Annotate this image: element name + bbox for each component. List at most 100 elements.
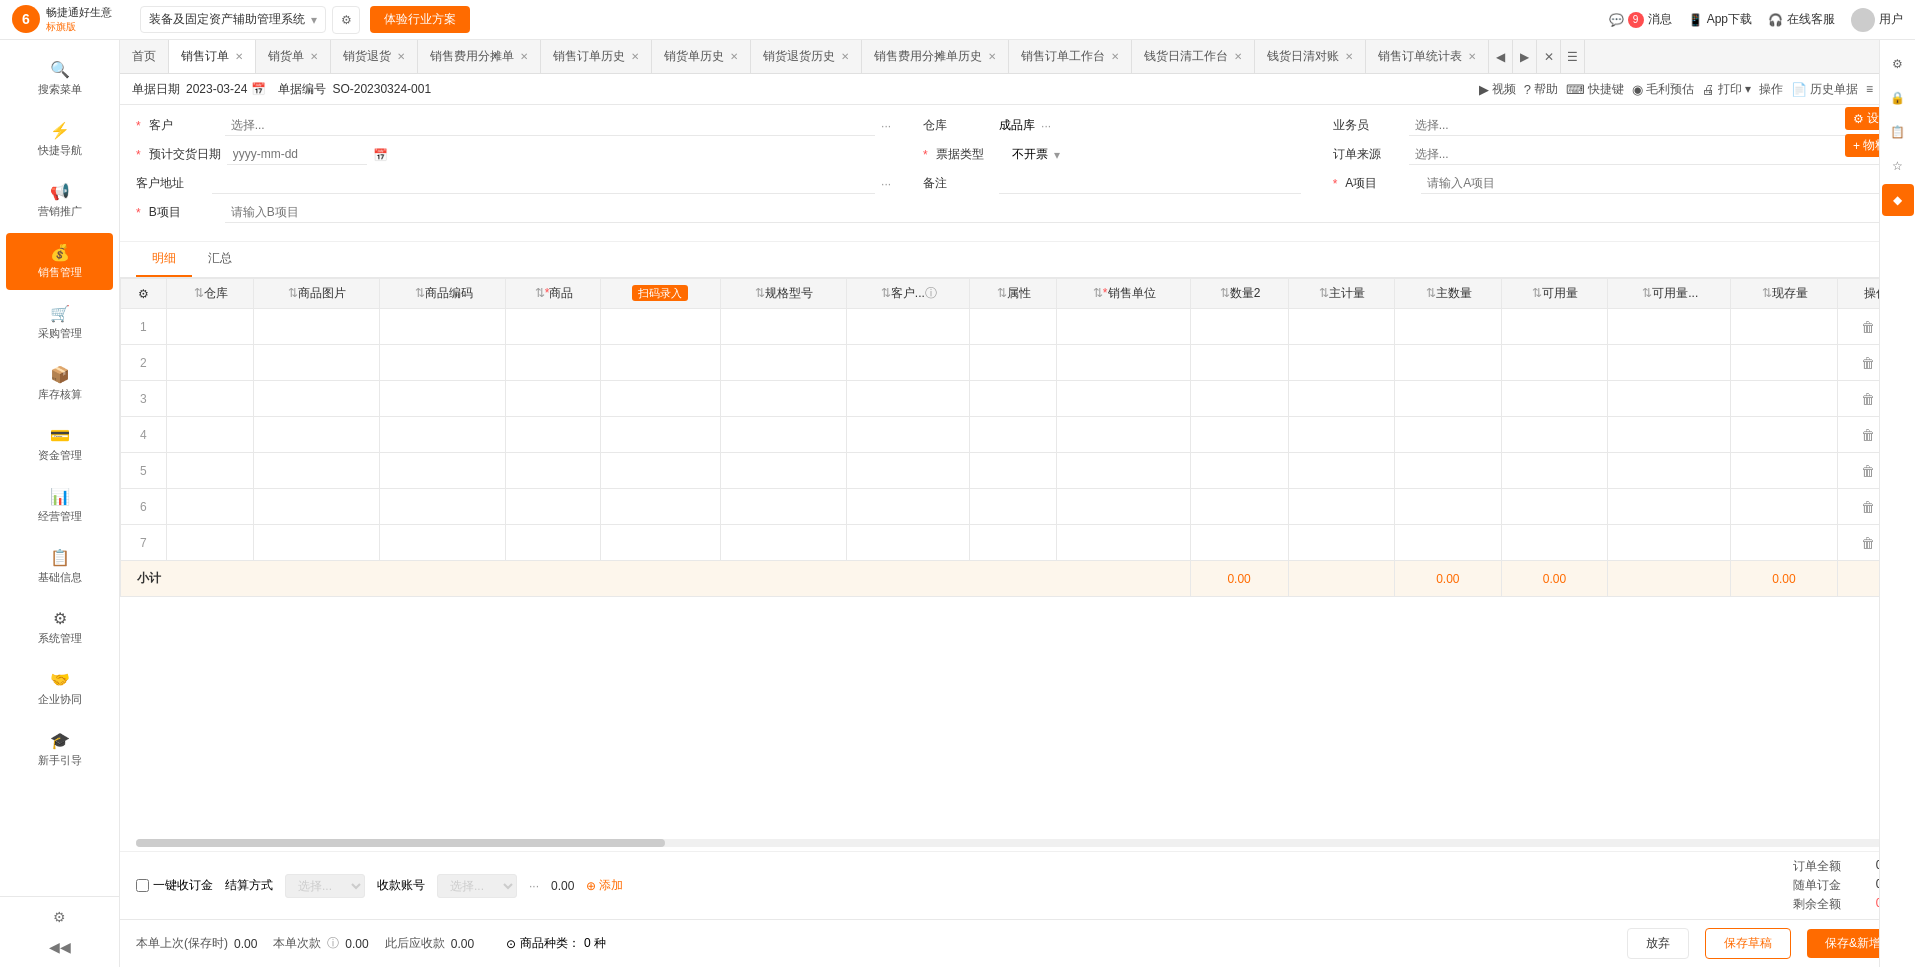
col-warehouse[interactable]: ⇅仓库 — [166, 279, 253, 309]
side-panel-clipboard-btn[interactable]: 📋 — [1882, 116, 1914, 148]
tab-fee-history[interactable]: 销售费用分摊单历史 ✕ — [862, 40, 1009, 74]
system-selector[interactable]: 装备及固定资产辅助管理系统 ▾ — [140, 6, 326, 33]
sidebar-item-inventory[interactable]: 📦 库存核算 — [6, 355, 113, 412]
cell-available2[interactable] — [1608, 309, 1731, 345]
calendar-icon[interactable]: 📅 — [251, 82, 266, 96]
scroll-thumb[interactable] — [136, 839, 665, 847]
close-icon[interactable]: ✕ — [988, 51, 996, 62]
account-select[interactable]: 选择... — [437, 874, 517, 898]
sidebar-item-purchase[interactable]: 🛒 采购管理 — [6, 294, 113, 351]
col-settings[interactable]: ⚙ — [121, 279, 167, 309]
oneclick-checkbox-label[interactable]: 一键收订金 — [136, 877, 213, 894]
action-btn[interactable]: 操作 — [1759, 81, 1783, 98]
sidebar-item-finance[interactable]: 💳 资金管理 — [6, 416, 113, 473]
col-image[interactable]: ⇅商品图片 — [253, 279, 379, 309]
user-menu-btn[interactable]: 用户 — [1851, 8, 1903, 32]
chevron-down-icon[interactable]: ▾ — [1054, 148, 1060, 162]
delivery-date-input[interactable] — [227, 144, 367, 165]
close-icon[interactable]: ✕ — [1468, 51, 1476, 62]
cell-attr[interactable] — [969, 309, 1056, 345]
sidebar-item-system[interactable]: ⚙ 系统管理 — [6, 599, 113, 656]
tab-sales-fee-split[interactable]: 销售费用分摊单 ✕ — [418, 40, 541, 74]
trial-button[interactable]: 体验行业方案 — [370, 6, 470, 33]
cell-current[interactable] — [1731, 309, 1838, 345]
cell-image[interactable] — [253, 309, 379, 345]
sidebar-item-search[interactable]: 🔍 搜索菜单 — [6, 50, 113, 107]
delete-row-btn[interactable]: 🗑 — [1861, 535, 1875, 551]
close-icon[interactable]: ✕ — [1111, 51, 1119, 62]
col-scan[interactable]: 扫码录入 — [600, 279, 720, 309]
cell-warehouse[interactable] — [166, 309, 253, 345]
app-download-btn[interactable]: 📱 App下载 — [1688, 11, 1752, 28]
customer-input[interactable] — [225, 115, 875, 136]
tab-menu-btn[interactable]: ☰ — [1561, 40, 1585, 74]
cell-spec[interactable] — [720, 309, 846, 345]
side-panel-lock-btn[interactable]: 🔒 — [1882, 82, 1914, 114]
sidebar-item-quick-nav[interactable]: ⚡ 快捷导航 — [6, 111, 113, 168]
col-qty2[interactable]: ⇅数量2 — [1190, 279, 1288, 309]
tab-sales-summary[interactable]: 销售订单统计表 ✕ — [1366, 40, 1489, 74]
tab-sales-return[interactable]: 销货退货 ✕ — [331, 40, 418, 74]
b-project-input[interactable] — [225, 202, 1899, 223]
delete-row-btn[interactable]: 🗑 — [1861, 391, 1875, 407]
shortcut-btn[interactable]: ⌨ 快捷键 — [1566, 81, 1624, 98]
sidebar-item-cooperation[interactable]: 🤝 企业协同 — [6, 660, 113, 717]
view-video-btn[interactable]: ▶ 视频 — [1479, 81, 1516, 98]
calendar-icon[interactable]: 📅 — [373, 148, 388, 162]
layout-icon[interactable]: ≡ — [1866, 82, 1873, 96]
close-icon[interactable]: ✕ — [235, 51, 243, 62]
cell-main-unit[interactable] — [1288, 309, 1395, 345]
sidebar-collapse-btn[interactable]: ◀◀ — [45, 935, 75, 959]
address-more-btn[interactable]: ··· — [881, 177, 891, 191]
notification-btn[interactable]: 💬 9 消息 — [1609, 11, 1672, 28]
col-spec[interactable]: ⇅规格型号 — [720, 279, 846, 309]
close-icon[interactable]: ✕ — [310, 51, 318, 62]
sidebar-item-guide[interactable]: 🎓 新手引导 — [6, 721, 113, 778]
delete-row-btn[interactable]: 🗑 — [1861, 319, 1875, 335]
close-icon[interactable]: ✕ — [841, 51, 849, 62]
delete-row-btn[interactable]: 🗑 — [1861, 463, 1875, 479]
oneclick-checkbox[interactable] — [136, 879, 149, 892]
settings-icon[interactable]: ⚙ — [332, 6, 360, 34]
sidebar-settings-btn[interactable]: ⚙ — [49, 905, 70, 929]
tab-invoice-history[interactable]: 销货单历史 ✕ — [652, 40, 751, 74]
close-icon[interactable]: ✕ — [1234, 51, 1242, 62]
sidebar-item-marketing[interactable]: 📢 营销推广 — [6, 172, 113, 229]
delete-row-btn[interactable]: 🗑 — [1861, 427, 1875, 443]
add-btn[interactable]: ⊕ 添加 — [586, 877, 623, 894]
sidebar-item-operations[interactable]: 📊 经营管理 — [6, 477, 113, 534]
close-icon[interactable]: ✕ — [730, 51, 738, 62]
col-available2[interactable]: ⇅可用量... — [1608, 279, 1731, 309]
tab-detail[interactable]: 明细 — [136, 242, 192, 277]
cell-main-qty[interactable] — [1395, 309, 1502, 345]
tab-next-btn[interactable]: ▶ — [1513, 40, 1537, 74]
col-main-qty[interactable]: ⇅主数量 — [1395, 279, 1502, 309]
col-product[interactable]: ⇅*商品 — [506, 279, 601, 309]
tab-sales-order[interactable]: 销售订单 ✕ — [169, 40, 256, 74]
tab-order-workbench[interactable]: 销售订单工作台 ✕ — [1009, 40, 1132, 74]
order-source-input[interactable] — [1409, 144, 1899, 165]
remark-input[interactable] — [999, 173, 1301, 194]
col-sales-unit[interactable]: ⇅*销售单位 — [1056, 279, 1190, 309]
scroll-bar[interactable] — [136, 839, 1899, 847]
cell-customer-code[interactable] — [846, 309, 969, 345]
tab-return-history[interactable]: 销货退货历史 ✕ — [751, 40, 862, 74]
warehouse-more-btn[interactable]: ··· — [1041, 119, 1051, 133]
save-draft-button[interactable]: 保存草稿 — [1705, 928, 1791, 959]
tab-cash-reconcile[interactable]: 钱货日清对账 ✕ — [1255, 40, 1366, 74]
sidebar-item-basic-info[interactable]: 📋 基础信息 — [6, 538, 113, 595]
cell-sales-unit[interactable] — [1056, 309, 1190, 345]
side-panel-star-btn[interactable]: ☆ — [1882, 150, 1914, 182]
profit-btn[interactable]: ◉ 毛利预估 — [1632, 81, 1694, 98]
side-panel-orange-btn[interactable]: ◆ — [1882, 184, 1914, 216]
close-icon[interactable]: ✕ — [1345, 51, 1353, 62]
close-icon[interactable]: ✕ — [397, 51, 405, 62]
a-project-input[interactable] — [1421, 173, 1899, 194]
side-panel-settings-btn[interactable]: ⚙ — [1882, 48, 1914, 80]
payment-select[interactable]: 选择... — [285, 874, 365, 898]
col-current[interactable]: ⇅现存量 — [1731, 279, 1838, 309]
col-customer-code[interactable]: ⇅客户...ⓘ — [846, 279, 969, 309]
tab-sales-order-history[interactable]: 销售订单历史 ✕ — [541, 40, 652, 74]
col-code[interactable]: ⇅商品编码 — [380, 279, 506, 309]
col-attr[interactable]: ⇅属性 — [969, 279, 1056, 309]
